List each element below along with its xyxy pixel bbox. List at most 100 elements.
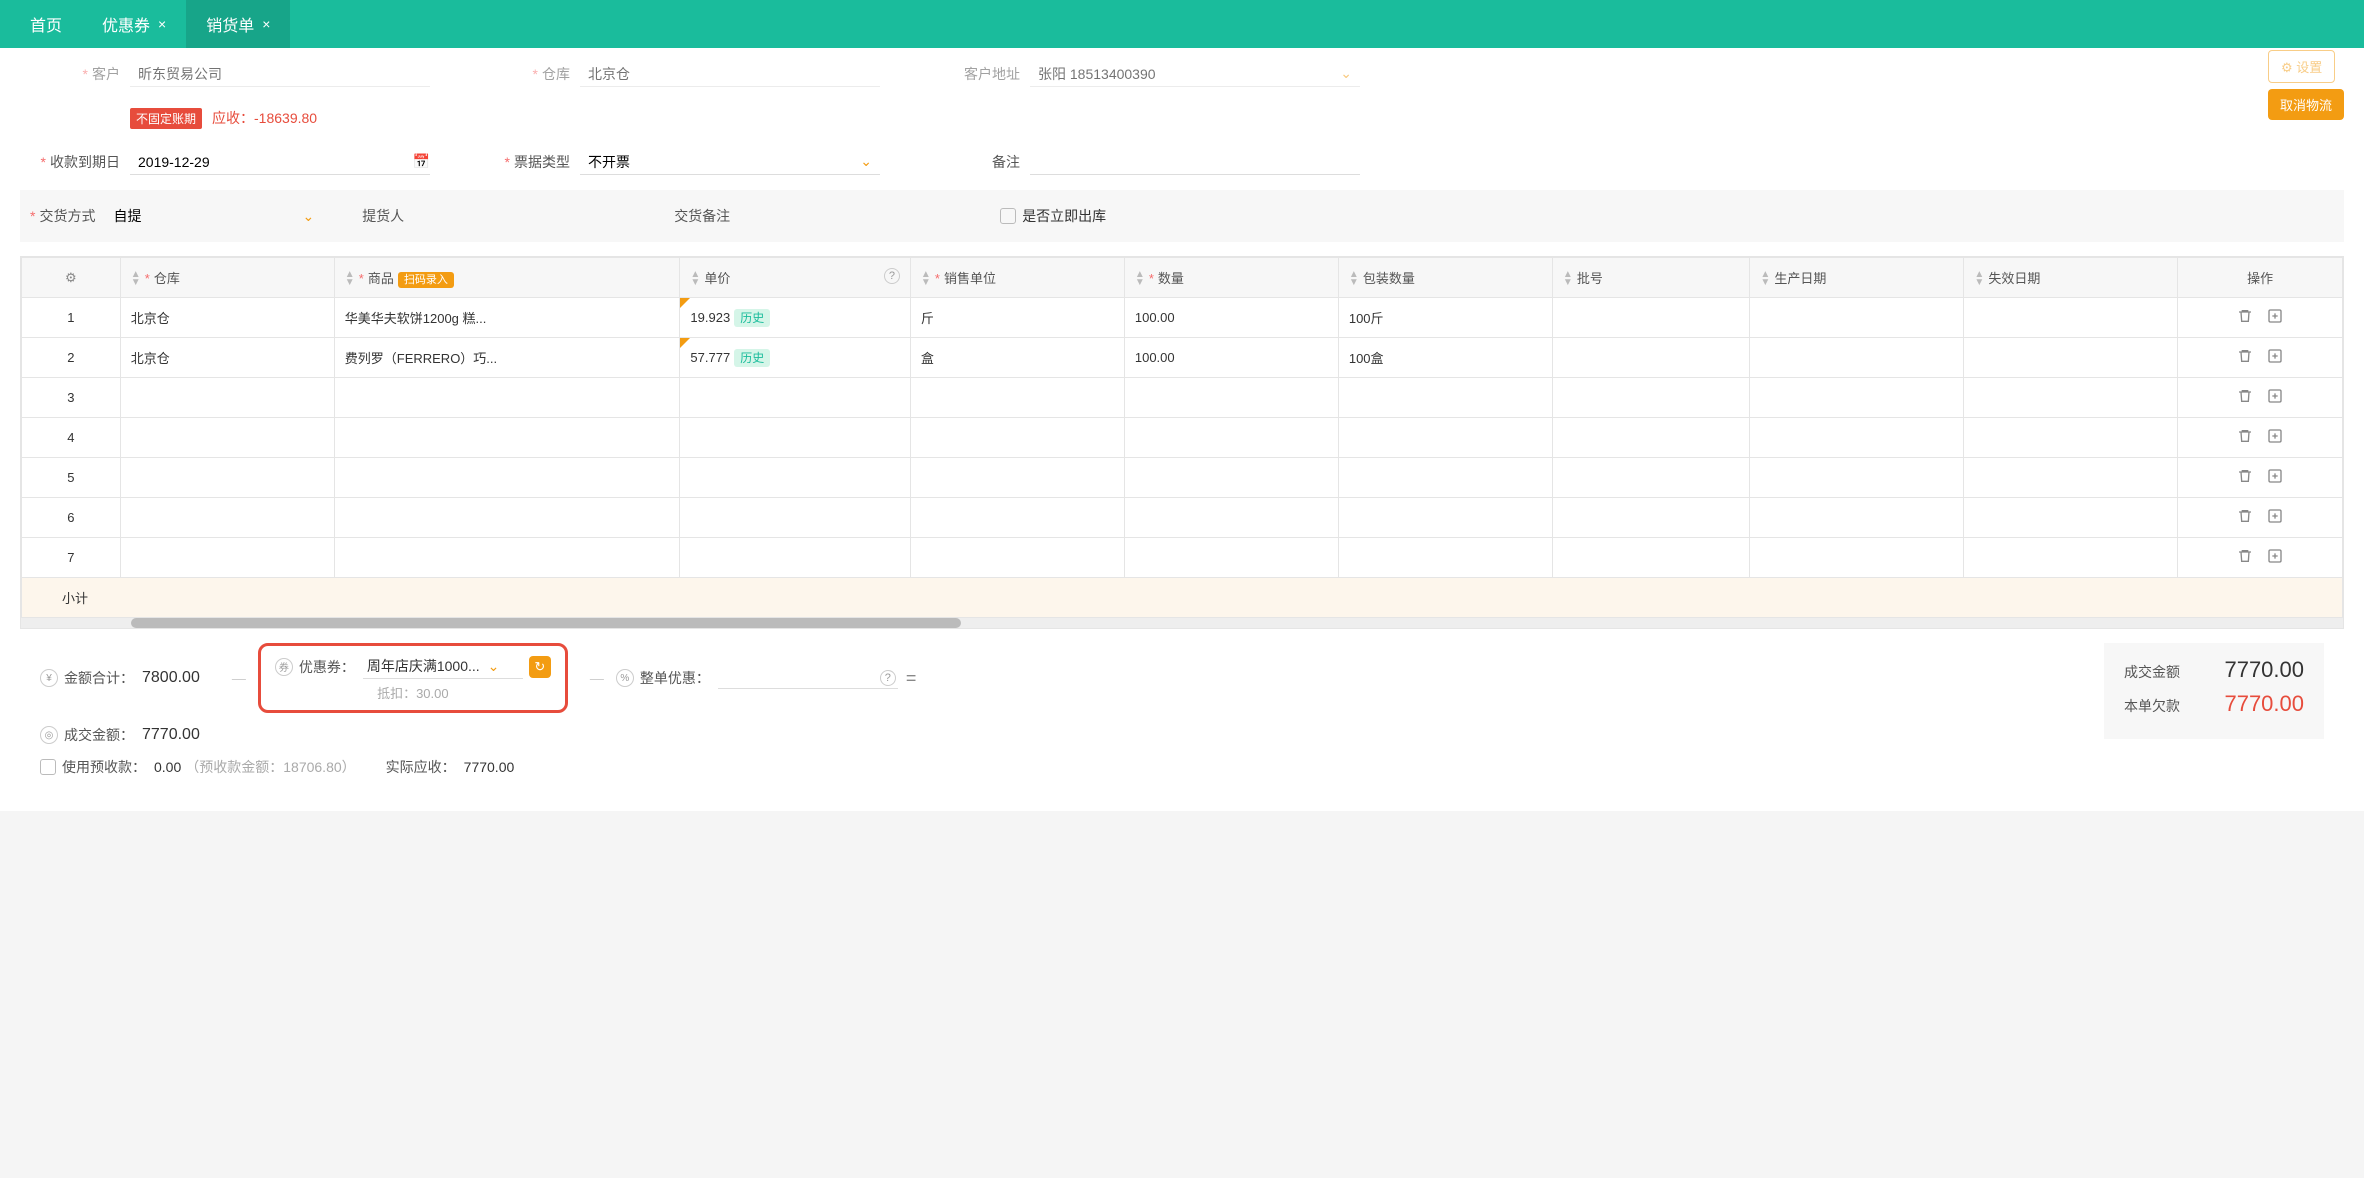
- horizontal-scrollbar[interactable]: [21, 618, 2343, 628]
- tab-coupon[interactable]: 优惠券×: [82, 0, 186, 48]
- cell-warehouse[interactable]: [120, 458, 334, 498]
- cell-pack[interactable]: 100盒: [1338, 338, 1552, 378]
- cell-qty[interactable]: [1124, 418, 1338, 458]
- due-date-input[interactable]: 📅: [130, 150, 430, 175]
- delete-icon[interactable]: [2237, 388, 2253, 407]
- tab-sales-order[interactable]: 销货单×: [186, 0, 290, 48]
- delivery-method-select[interactable]: ⌄: [105, 204, 322, 228]
- delete-icon[interactable]: [2237, 508, 2253, 527]
- cell-product[interactable]: [334, 418, 680, 458]
- table-row[interactable]: 3: [22, 378, 2343, 418]
- immediate-checkbox[interactable]: 是否立即出库: [1000, 198, 1106, 234]
- add-icon[interactable]: [2267, 428, 2283, 447]
- cell-unit[interactable]: 盒: [910, 338, 1124, 378]
- cell-batch[interactable]: [1552, 298, 1750, 338]
- cell-price[interactable]: [680, 378, 910, 418]
- cell-prod-date[interactable]: [1750, 418, 1964, 458]
- cell-warehouse[interactable]: 北京仓: [120, 338, 334, 378]
- cell-unit[interactable]: [910, 498, 1124, 538]
- cell-exp-date[interactable]: [1964, 418, 2178, 458]
- cell-unit[interactable]: [910, 418, 1124, 458]
- delivery-remark-input[interactable]: [740, 204, 960, 228]
- col-qty[interactable]: ▲▼*数量: [1124, 258, 1338, 298]
- cell-exp-date[interactable]: [1964, 338, 2178, 378]
- table-row[interactable]: 4: [22, 418, 2343, 458]
- cell-prod-date[interactable]: [1750, 298, 1964, 338]
- scan-tag[interactable]: 扫码录入: [398, 272, 454, 288]
- cell-unit[interactable]: 斤: [910, 298, 1124, 338]
- cell-price[interactable]: [680, 458, 910, 498]
- col-pack[interactable]: ▲▼包装数量: [1338, 258, 1552, 298]
- cell-prod-date[interactable]: [1750, 458, 1964, 498]
- cell-warehouse[interactable]: [120, 418, 334, 458]
- col-unit[interactable]: ▲▼*销售单位: [910, 258, 1124, 298]
- delete-icon[interactable]: [2237, 348, 2253, 367]
- cell-warehouse[interactable]: [120, 498, 334, 538]
- cell-price[interactable]: [680, 498, 910, 538]
- cell-qty[interactable]: [1124, 498, 1338, 538]
- order-discount-input[interactable]: ?: [718, 668, 898, 689]
- help-icon[interactable]: ?: [880, 670, 896, 686]
- close-icon[interactable]: ×: [262, 16, 270, 32]
- cell-price[interactable]: [680, 418, 910, 458]
- add-icon[interactable]: [2267, 348, 2283, 367]
- cell-warehouse[interactable]: [120, 538, 334, 578]
- remark-input[interactable]: [1030, 150, 1360, 175]
- cell-product[interactable]: [334, 538, 680, 578]
- cell-qty[interactable]: 100.00: [1124, 298, 1338, 338]
- cell-product[interactable]: 华美华夫软饼1200g 糕...: [334, 298, 680, 338]
- delete-icon[interactable]: [2237, 548, 2253, 567]
- cell-product[interactable]: [334, 498, 680, 538]
- cell-pack[interactable]: [1338, 458, 1552, 498]
- table-row[interactable]: 5: [22, 458, 2343, 498]
- gear-icon[interactable]: ⚙: [22, 258, 121, 298]
- cell-exp-date[interactable]: [1964, 498, 2178, 538]
- cell-batch[interactable]: [1552, 538, 1750, 578]
- delete-icon[interactable]: [2237, 468, 2253, 487]
- add-icon[interactable]: [2267, 508, 2283, 527]
- delete-icon[interactable]: [2237, 428, 2253, 447]
- cell-exp-date[interactable]: [1964, 378, 2178, 418]
- coupon-select[interactable]: 周年店庆满1000... ⌄: [363, 654, 523, 679]
- help-icon[interactable]: ?: [884, 268, 900, 284]
- refresh-button[interactable]: ↻: [529, 656, 551, 678]
- cell-product[interactable]: [334, 378, 680, 418]
- cell-exp-date[interactable]: [1964, 298, 2178, 338]
- cell-pack[interactable]: [1338, 498, 1552, 538]
- col-price[interactable]: ▲▼单价?: [680, 258, 910, 298]
- cell-qty[interactable]: [1124, 378, 1338, 418]
- cell-prod-date[interactable]: [1750, 378, 1964, 418]
- cell-pack[interactable]: [1338, 538, 1552, 578]
- table-row[interactable]: 2北京仓费列罗（FERRERO）巧...57.777历史盒100.00100盒: [22, 338, 2343, 378]
- cell-unit[interactable]: [910, 378, 1124, 418]
- cell-prod-date[interactable]: [1750, 338, 1964, 378]
- cell-unit[interactable]: [910, 538, 1124, 578]
- cell-batch[interactable]: [1552, 338, 1750, 378]
- invoice-select[interactable]: ⌄: [580, 150, 880, 175]
- history-tag[interactable]: 历史: [734, 349, 770, 367]
- cell-exp-date[interactable]: [1964, 538, 2178, 578]
- delete-icon[interactable]: [2237, 308, 2253, 327]
- cell-exp-date[interactable]: [1964, 458, 2178, 498]
- warehouse-select[interactable]: [580, 62, 880, 87]
- cell-batch[interactable]: [1552, 458, 1750, 498]
- cell-price[interactable]: 57.777历史: [680, 338, 910, 378]
- picker-input[interactable]: [414, 204, 634, 228]
- cell-batch[interactable]: [1552, 498, 1750, 538]
- table-row[interactable]: 6: [22, 498, 2343, 538]
- address-select[interactable]: ⌄: [1030, 62, 1360, 87]
- tab-home[interactable]: 首页: [10, 0, 82, 48]
- add-icon[interactable]: [2267, 308, 2283, 327]
- cell-qty[interactable]: [1124, 538, 1338, 578]
- col-exp-date[interactable]: ▲▼失效日期: [1964, 258, 2178, 298]
- cell-pack[interactable]: [1338, 378, 1552, 418]
- history-tag[interactable]: 历史: [734, 309, 770, 327]
- cell-qty[interactable]: [1124, 458, 1338, 498]
- cell-batch[interactable]: [1552, 378, 1750, 418]
- col-warehouse[interactable]: ▲▼*仓库: [120, 258, 334, 298]
- cell-warehouse[interactable]: [120, 378, 334, 418]
- cell-unit[interactable]: [910, 458, 1124, 498]
- cell-pack[interactable]: [1338, 418, 1552, 458]
- use-prepay-checkbox[interactable]: [40, 759, 56, 775]
- cell-prod-date[interactable]: [1750, 538, 1964, 578]
